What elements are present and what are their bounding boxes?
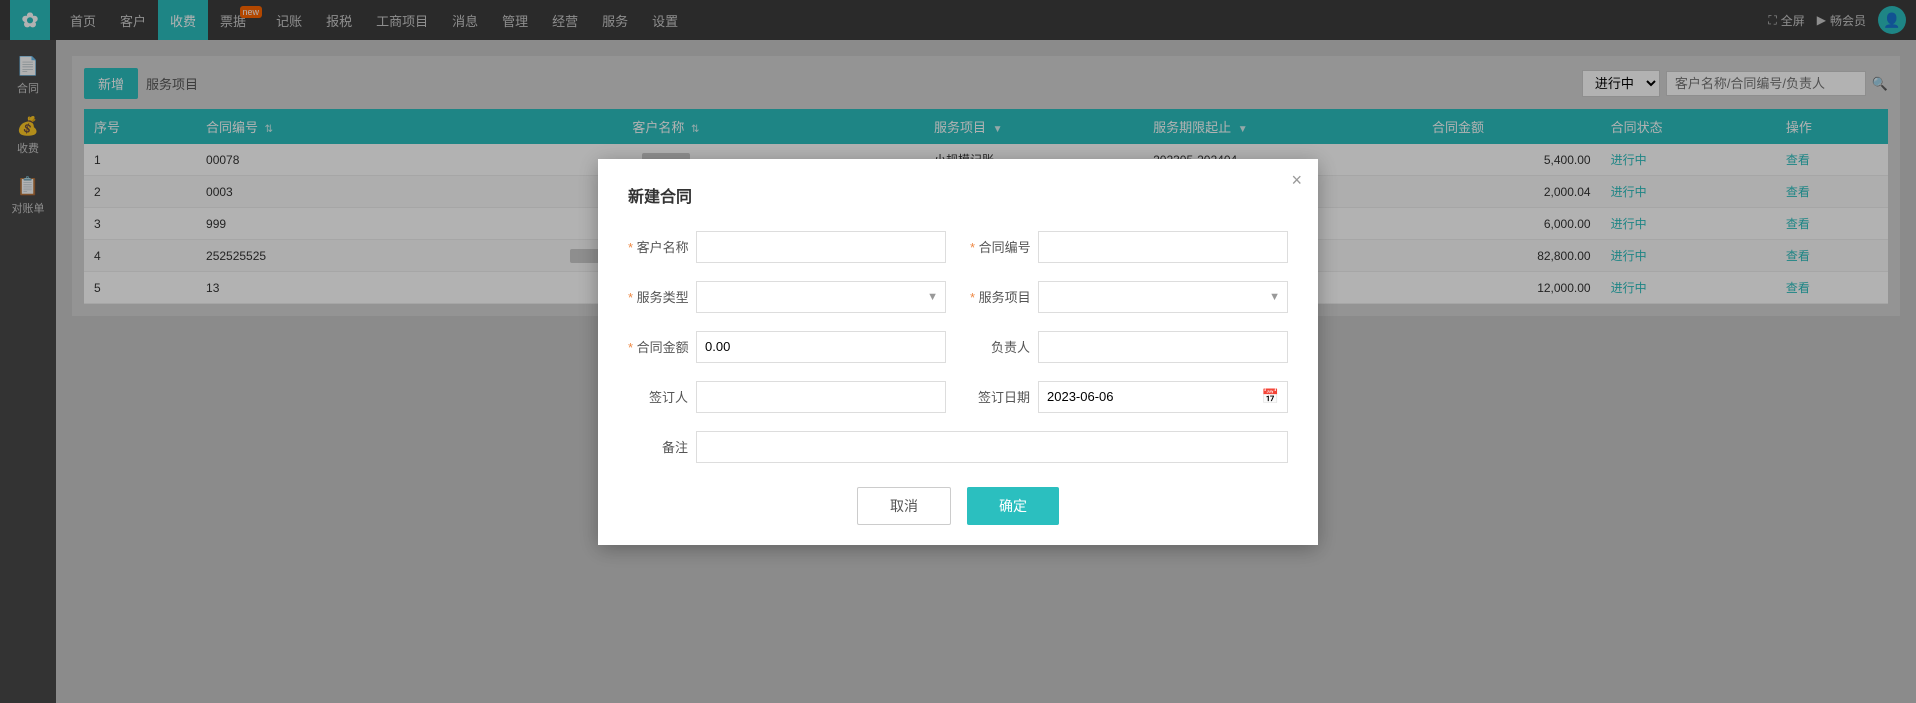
new-contract-modal: 新建合同 × 客户名称 合同编号 服务类型 ▼ 服务项目 [598,159,1318,545]
field-signer: 签订人 [628,381,946,413]
field-service-type: 服务类型 ▼ [628,281,946,313]
modal-footer: 取消 确定 [628,487,1288,525]
form-row-5: 备注 [628,431,1288,463]
field-contract-amount: 合同金额 0.00 [628,331,946,363]
responsible-person-label: 负责人 [970,337,1030,356]
field-contract-no: 合同编号 [970,231,1288,263]
client-name-input[interactable] [696,231,946,263]
service-type-wrap: ▼ [696,281,946,313]
modal-overlay[interactable]: 新建合同 × 客户名称 合同编号 服务类型 ▼ 服务项目 [0,0,1916,703]
contract-no-label: 合同编号 [970,237,1030,256]
sign-date-value: 2023-06-06 [1047,389,1114,404]
field-sign-date: 签订日期 2023-06-06 📅 [970,381,1288,413]
form-row-4: 签订人 签订日期 2023-06-06 📅 [628,381,1288,413]
note-label: 备注 [628,437,688,456]
service-type-label: 服务类型 [628,287,688,306]
client-name-label: 客户名称 [628,237,688,256]
service-item-label-modal: 服务项目 [970,287,1030,306]
modal-title: 新建合同 [628,183,1288,207]
form-row-1: 客户名称 合同编号 [628,231,1288,263]
contract-amount-label: 合同金额 [628,337,688,356]
calendar-icon[interactable]: 📅 [1262,388,1279,405]
form-row-2: 服务类型 ▼ 服务项目 ▼ [628,281,1288,313]
cancel-button[interactable]: 取消 [857,487,951,525]
form-row-3: 合同金额 0.00 负责人 [628,331,1288,363]
service-type-select[interactable] [696,281,946,313]
field-note: 备注 [628,431,1288,463]
confirm-button[interactable]: 确定 [967,487,1059,525]
service-item-select[interactable] [1038,281,1288,313]
note-input[interactable] [696,431,1288,463]
contract-no-input[interactable] [1038,231,1288,263]
sign-date-picker[interactable]: 2023-06-06 📅 [1038,381,1288,413]
field-responsible-person: 负责人 [970,331,1288,363]
sign-date-label: 签订日期 [970,387,1030,406]
responsible-person-input[interactable] [1038,331,1288,363]
field-service-item: 服务项目 ▼ [970,281,1288,313]
field-client-name: 客户名称 [628,231,946,263]
signer-input[interactable] [696,381,946,413]
contract-amount-input[interactable]: 0.00 [696,331,946,363]
service-item-wrap: ▼ [1038,281,1288,313]
modal-close-button[interactable]: × [1291,171,1302,189]
signer-label: 签订人 [628,387,688,406]
